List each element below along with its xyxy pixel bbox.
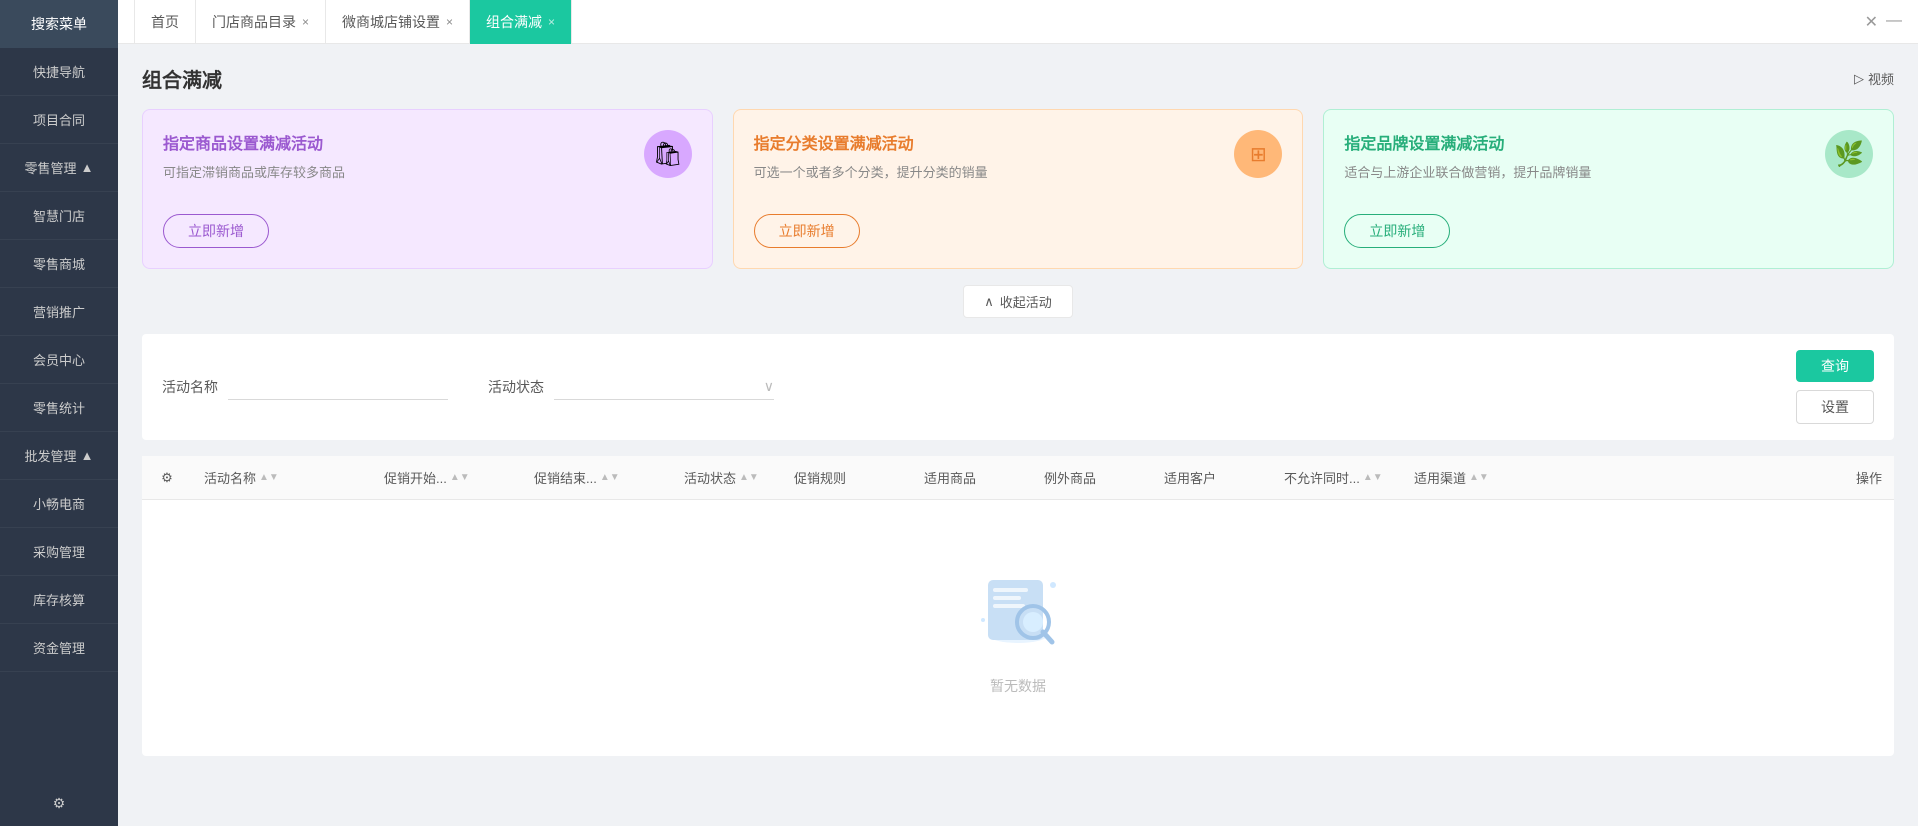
activity-cards: 指定商品设置满减活动 🛍 可指定滞销商品或库存较多商品 立即新增 指定分类设置满… [142,109,1894,269]
th-goods: 适用商品 [912,468,1032,487]
table-header: ⚙ 活动名称 ▲▼ 促销开始... ▲▼ 促销结束... ▲▼ 活动状态 ▲▼ [142,456,1894,500]
th-gear[interactable]: ⚙ [142,470,192,486]
sidebar-item-marketing[interactable]: 营销推广 [0,288,118,336]
expand-arrow-icon: ▲ [81,160,94,175]
minimize-window-btn[interactable]: — [1886,12,1902,32]
tab-combo-discount[interactable]: 组合满减 × [470,0,572,44]
tab-close-wechat-store[interactable]: × [446,15,453,29]
card-product-title: 指定商品设置满减活动 [163,130,692,154]
sidebar-item-capital-manage[interactable]: 资金管理 [0,624,118,672]
card-category-icon: ⊞ [1234,130,1282,178]
collapse-bar: ∧ 收起活动 [142,285,1894,318]
chevron-down-icon: ∨ [764,378,774,395]
page-title: 组合满减 [142,64,222,93]
sidebar-item-project-contract[interactable]: 项目合同 [0,96,118,144]
collapse-arrow-icon: ∧ [984,294,994,310]
filter-activity-status-select[interactable]: ∨ [554,374,774,400]
sidebar-item-retail-manage[interactable]: 零售管理 ▲ [0,144,118,192]
card-category-title: 指定分类设置满减活动 [754,130,1283,154]
card-product-desc: 可指定滞销商品或库存较多商品 [163,162,692,181]
tab-home[interactable]: 首页 [134,0,196,44]
filter-actions: 查询 设置 [1796,350,1874,424]
th-operate: 操作 [1532,468,1894,487]
activity-card-product: 指定商品设置满减活动 🛍 可指定滞销商品或库存较多商品 立即新增 [142,109,713,269]
filter-activity-status-label: 活动状态 [488,377,544,397]
sort-name-icon: ▲▼ [259,473,279,483]
th-except: 例外商品 [1032,468,1152,487]
play-icon: ▷ [1854,71,1864,87]
content-area: 组合满减 ▷ 视频 指定商品设置满减活动 🛍 可指定滞销商品或库存较多商品 立即… [118,44,1918,826]
th-end[interactable]: 促销结束... ▲▼ [522,468,672,487]
th-name[interactable]: 活动名称 ▲▼ [192,468,372,487]
card-brand-add-btn[interactable]: 立即新增 [1344,214,1450,248]
settings-icon-btn[interactable]: ⚙ [0,781,118,826]
close-window-btn[interactable]: ✕ [1865,12,1878,32]
card-brand-desc: 适合与上游企业联合做营销，提升品牌销量 [1344,162,1873,181]
window-controls: ✕ — [1865,12,1902,32]
sidebar-item-retail-stats[interactable]: 零售统计 [0,384,118,432]
sort-notallow-icon: ▲▼ [1363,473,1383,483]
sidebar-item-member-center[interactable]: 会员中心 [0,336,118,384]
expand-arrow-icon2: ▲ [81,448,94,463]
page-header: 组合满减 ▷ 视频 [142,64,1894,93]
empty-illustration [968,560,1068,660]
sort-channel-icon: ▲▼ [1469,473,1489,483]
sidebar-item-purchase-manage[interactable]: 采购管理 [0,528,118,576]
card-category-add-btn[interactable]: 立即新增 [754,214,860,248]
tab-store-catalog[interactable]: 门店商品目录 × [196,0,326,44]
sort-status-icon: ▲▼ [739,473,759,483]
video-link[interactable]: ▷ 视频 [1854,69,1894,88]
card-product-icon: 🛍 [644,130,692,178]
filter-activity-name-label: 活动名称 [162,377,218,397]
empty-state: 暂无数据 [142,500,1894,756]
card-category-desc: 可选一个或者多个分类，提升分类的销量 [754,162,1283,181]
th-channel[interactable]: 适用渠道 ▲▼ [1402,468,1532,487]
th-customer: 适用客户 [1152,468,1272,487]
sidebar-item-inventory-check[interactable]: 库存核算 [0,576,118,624]
activity-card-category: 指定分类设置满减活动 ⊞ 可选一个或者多个分类，提升分类的销量 立即新增 [733,109,1304,269]
filter-bar: 活动名称 活动状态 ∨ 查询 设置 [142,334,1894,440]
tab-close-store-catalog[interactable]: × [302,15,309,29]
sort-end-icon: ▲▼ [600,473,620,483]
filter-activity-name: 活动名称 [162,375,448,400]
collapse-activities-btn[interactable]: ∧ 收起活动 [963,285,1073,318]
card-brand-icon: 🌿 [1825,130,1873,178]
tab-wechat-store[interactable]: 微商城店铺设置 × [326,0,470,44]
query-button[interactable]: 查询 [1796,350,1874,382]
card-product-add-btn[interactable]: 立即新增 [163,214,269,248]
th-rule: 促销规则 [782,468,912,487]
sidebar-item-quick-nav[interactable]: 快捷导航 [0,48,118,96]
main-area: 首页 门店商品目录 × 微商城店铺设置 × 组合满减 × ✕ — 组合满减 ▷ … [118,0,1918,826]
sidebar-search[interactable]: 搜索菜单 [0,0,118,48]
th-notallow[interactable]: 不允许同时... ▲▼ [1272,468,1402,487]
sidebar-item-retail-mall[interactable]: 零售商城 [0,240,118,288]
sidebar-item-smart-store[interactable]: 智慧门店 [0,192,118,240]
activity-card-brand: 指定品牌设置满减活动 🌿 适合与上游企业联合做营销，提升品牌销量 立即新增 [1323,109,1894,269]
empty-text: 暂无数据 [990,676,1046,696]
table-wrapper: ⚙ 活动名称 ▲▼ 促销开始... ▲▼ 促销结束... ▲▼ 活动状态 ▲▼ [142,456,1894,756]
sort-start-icon: ▲▼ [450,473,470,483]
sidebar-item-wholesale-manage[interactable]: 批发管理 ▲ [0,432,118,480]
th-status[interactable]: 活动状态 ▲▼ [672,468,782,487]
filter-activity-name-input[interactable] [228,375,448,400]
sidebar: 搜索菜单 快捷导航 项目合同 零售管理 ▲ 智慧门店 零售商城 营销推广 会员中… [0,0,118,826]
tab-close-combo-discount[interactable]: × [548,15,555,29]
card-brand-title: 指定品牌设置满减活动 [1344,130,1873,154]
sidebar-item-xiaochangecom[interactable]: 小畅电商 [0,480,118,528]
th-start[interactable]: 促销开始... ▲▼ [372,468,522,487]
filter-activity-status: 活动状态 ∨ [488,374,774,400]
settings-button[interactable]: 设置 [1796,390,1874,424]
tab-bar: 首页 门店商品目录 × 微商城店铺设置 × 组合满减 × ✕ — [118,0,1918,44]
